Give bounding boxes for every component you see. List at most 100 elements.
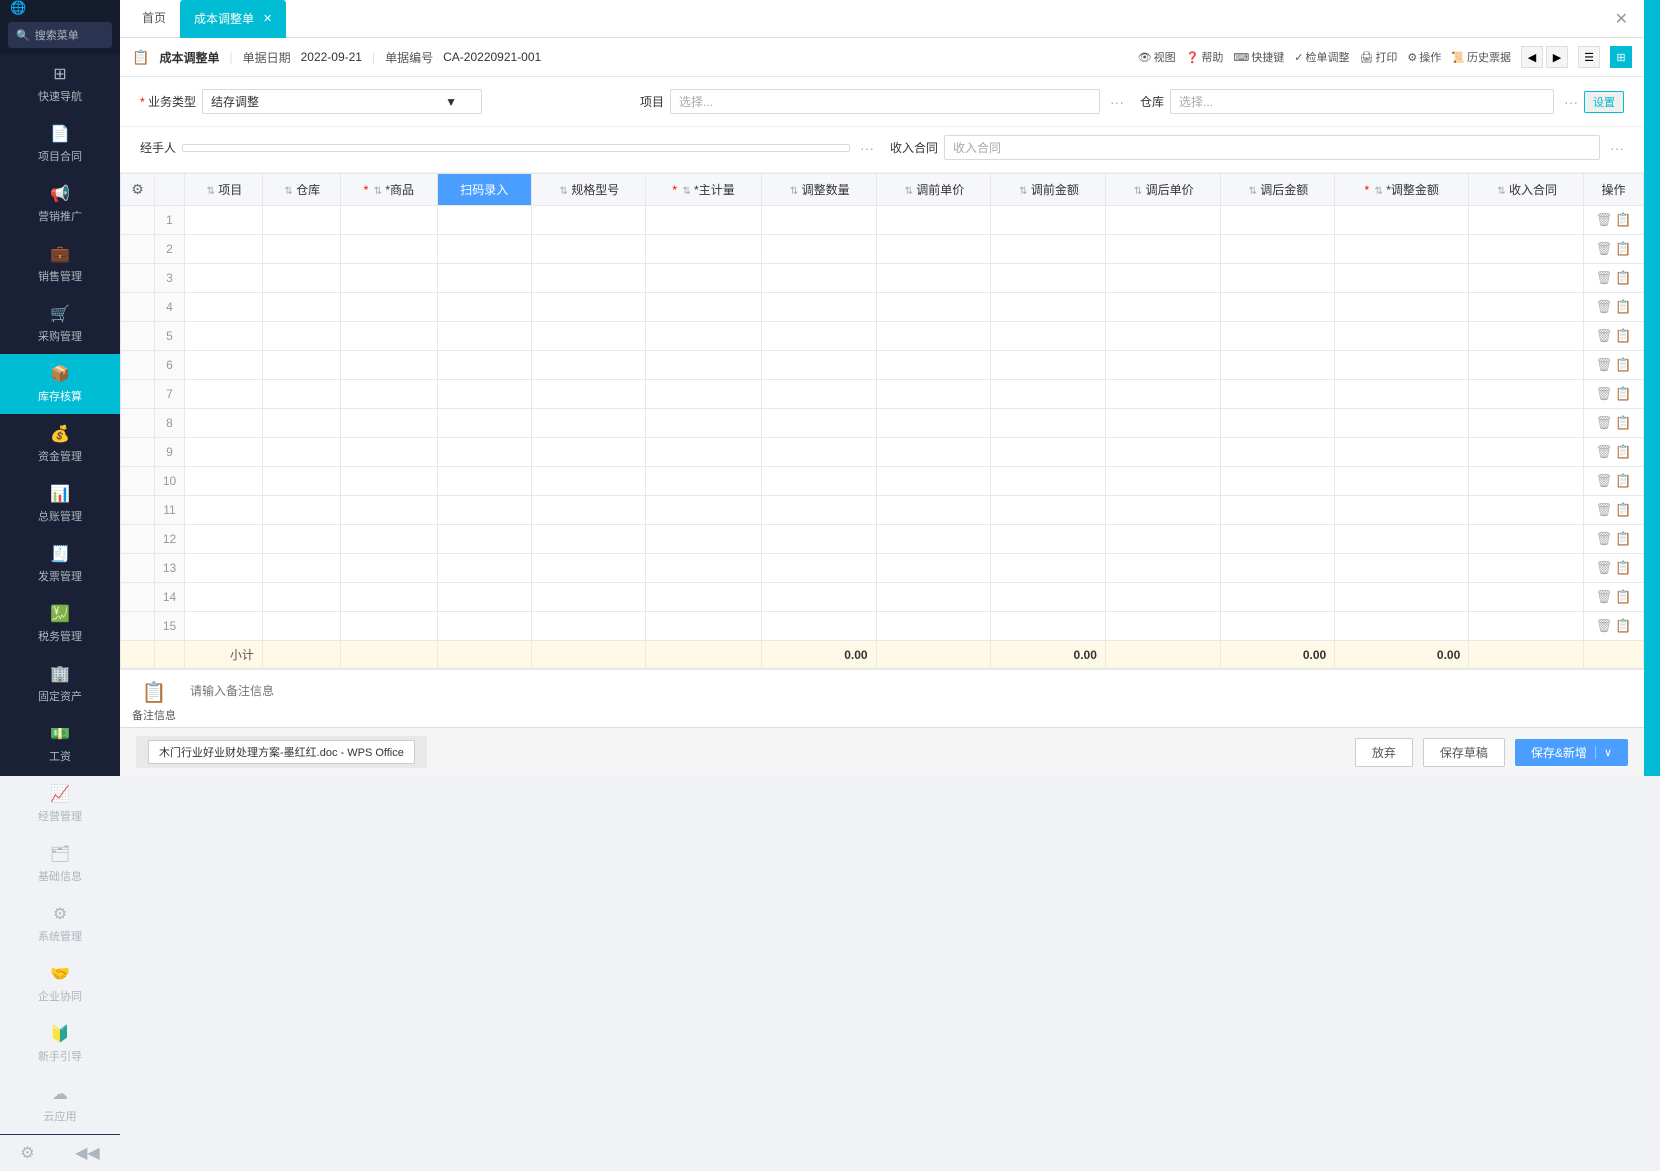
table-data-cell[interactable] — [761, 612, 876, 641]
copy-row-icon[interactable]: 📋 — [1615, 212, 1631, 228]
settings-btn[interactable]: 设置 — [1584, 91, 1624, 113]
taskbar-item[interactable]: 木门行业好业财处理方案-墨红红.doc - WPS Office — [148, 740, 415, 764]
table-data-cell[interactable] — [761, 496, 876, 525]
table-data-cell[interactable] — [340, 583, 437, 612]
copy-row-icon[interactable]: 📋 — [1615, 589, 1631, 605]
table-data-cell[interactable] — [185, 322, 263, 351]
table-data-cell[interactable] — [1105, 264, 1220, 293]
table-data-cell[interactable] — [991, 525, 1106, 554]
table-data-cell[interactable] — [262, 612, 340, 641]
sort-icon[interactable]: ⇅ — [1019, 186, 1027, 197]
table-data-cell[interactable] — [531, 525, 646, 554]
table-data-cell[interactable] — [876, 293, 991, 322]
collapse-sidebar-btn[interactable]: ◀◀ — [75, 1143, 100, 1163]
window-close-btn[interactable]: ✕ — [1607, 9, 1636, 29]
table-data-cell[interactable] — [340, 612, 437, 641]
sidebar-item-biz-coop[interactable]: 🤝 企业协同 — [0, 954, 120, 1014]
table-data-cell[interactable] — [991, 496, 1106, 525]
table-data-cell[interactable] — [646, 583, 762, 612]
table-data-cell[interactable] — [1335, 409, 1469, 438]
delete-row-icon[interactable]: 🗑 — [1596, 270, 1613, 286]
table-data-cell[interactable] — [991, 293, 1106, 322]
table-data-cell[interactable] — [1105, 525, 1220, 554]
table-data-cell[interactable] — [340, 554, 437, 583]
table-data-cell[interactable] — [1335, 612, 1469, 641]
table-data-cell[interactable] — [1105, 496, 1220, 525]
sidebar-item-basic-info[interactable]: 🗂 基础信息 — [0, 834, 120, 894]
table-data-cell[interactable] — [876, 467, 991, 496]
sort-icon[interactable]: ⇅ — [905, 186, 913, 197]
table-data-cell[interactable] — [1469, 496, 1584, 525]
table-settings-icon[interactable]: ⚙ — [131, 181, 144, 197]
table-data-cell[interactable] — [340, 467, 437, 496]
delete-row-icon[interactable]: 🗑 — [1596, 502, 1613, 518]
delete-row-icon[interactable]: 🗑 — [1596, 212, 1613, 228]
table-data-cell[interactable] — [1469, 351, 1584, 380]
nav-prev-btn[interactable]: ◀ — [1521, 46, 1543, 68]
delete-row-icon[interactable]: 🗑 — [1596, 618, 1613, 634]
table-data-cell[interactable] — [646, 235, 762, 264]
table-data-cell[interactable] — [646, 438, 762, 467]
sort-icon[interactable]: ⇅ — [1134, 186, 1142, 197]
copy-row-icon[interactable]: 📋 — [1615, 357, 1631, 373]
biz-type-select[interactable]: 结存调整 ▼ — [202, 89, 482, 114]
nav-next-btn[interactable]: ▶ — [1546, 46, 1568, 68]
table-data-cell[interactable] — [1469, 322, 1584, 351]
table-data-cell[interactable] — [1220, 264, 1335, 293]
table-data-cell[interactable] — [340, 351, 437, 380]
table-data-cell[interactable] — [1220, 235, 1335, 264]
copy-row-icon[interactable]: 📋 — [1615, 299, 1631, 315]
delete-row-icon[interactable]: 🗑 — [1596, 444, 1613, 460]
table-data-cell[interactable] — [437, 380, 531, 409]
sidebar-item-ops-mgmt[interactable]: 📈 经营管理 — [0, 774, 120, 834]
save-draft-btn[interactable]: 保存草稿 — [1423, 738, 1505, 767]
table-data-cell[interactable] — [437, 496, 531, 525]
table-data-cell[interactable] — [1335, 351, 1469, 380]
table-data-cell[interactable] — [876, 525, 991, 554]
delete-row-icon[interactable]: 🗑 — [1596, 560, 1613, 576]
table-data-cell[interactable] — [185, 293, 263, 322]
table-data-cell[interactable] — [340, 293, 437, 322]
table-data-cell[interactable] — [531, 264, 646, 293]
copy-row-icon[interactable]: 📋 — [1615, 618, 1631, 634]
table-data-cell[interactable] — [991, 235, 1106, 264]
table-data-cell[interactable] — [185, 206, 263, 235]
table-data-cell[interactable] — [991, 264, 1106, 293]
table-data-cell[interactable] — [1105, 206, 1220, 235]
table-data-cell[interactable] — [1335, 554, 1469, 583]
income-contract-input[interactable]: 收入合同 — [944, 135, 1600, 160]
table-data-cell[interactable] — [262, 264, 340, 293]
table-data-cell[interactable] — [876, 380, 991, 409]
warehouse-col-header[interactable]: ⇅ 仓库 — [262, 174, 340, 206]
table-data-cell[interactable] — [1335, 467, 1469, 496]
table-data-cell[interactable] — [531, 612, 646, 641]
table-data-cell[interactable] — [876, 409, 991, 438]
table-data-cell[interactable] — [531, 583, 646, 612]
table-data-cell[interactable] — [761, 206, 876, 235]
adj-amount-col-header[interactable]: ⇅ *调整金额 — [1335, 174, 1469, 206]
table-data-cell[interactable] — [1105, 438, 1220, 467]
delete-row-icon[interactable]: 🗑 — [1596, 299, 1613, 315]
sidebar-item-sys-mgmt[interactable]: ⚙ 系统管理 — [0, 894, 120, 954]
table-data-cell[interactable] — [646, 409, 762, 438]
table-data-cell[interactable] — [1220, 206, 1335, 235]
table-data-cell[interactable] — [761, 351, 876, 380]
table-data-cell[interactable] — [531, 554, 646, 583]
copy-row-icon[interactable]: 📋 — [1615, 444, 1631, 460]
remarks-input[interactable] — [186, 680, 1632, 702]
table-data-cell[interactable] — [1469, 409, 1584, 438]
table-data-cell[interactable] — [437, 206, 531, 235]
table-data-cell[interactable] — [876, 438, 991, 467]
prev-amount-col-header[interactable]: ⇅ 调前金额 — [991, 174, 1106, 206]
product-col-header[interactable]: ⇅ *商品 — [340, 174, 437, 206]
sort-icon[interactable]: ⇅ — [1375, 186, 1383, 197]
table-data-cell[interactable] — [185, 583, 263, 612]
table-data-cell[interactable] — [531, 467, 646, 496]
table-data-cell[interactable] — [1220, 409, 1335, 438]
table-data-cell[interactable] — [185, 235, 263, 264]
table-data-cell[interactable] — [876, 351, 991, 380]
copy-row-icon[interactable]: 📋 — [1615, 386, 1631, 402]
table-data-cell[interactable] — [761, 264, 876, 293]
delete-row-icon[interactable]: 🗑 — [1596, 328, 1613, 344]
sort-icon[interactable]: ⇅ — [1497, 186, 1505, 197]
